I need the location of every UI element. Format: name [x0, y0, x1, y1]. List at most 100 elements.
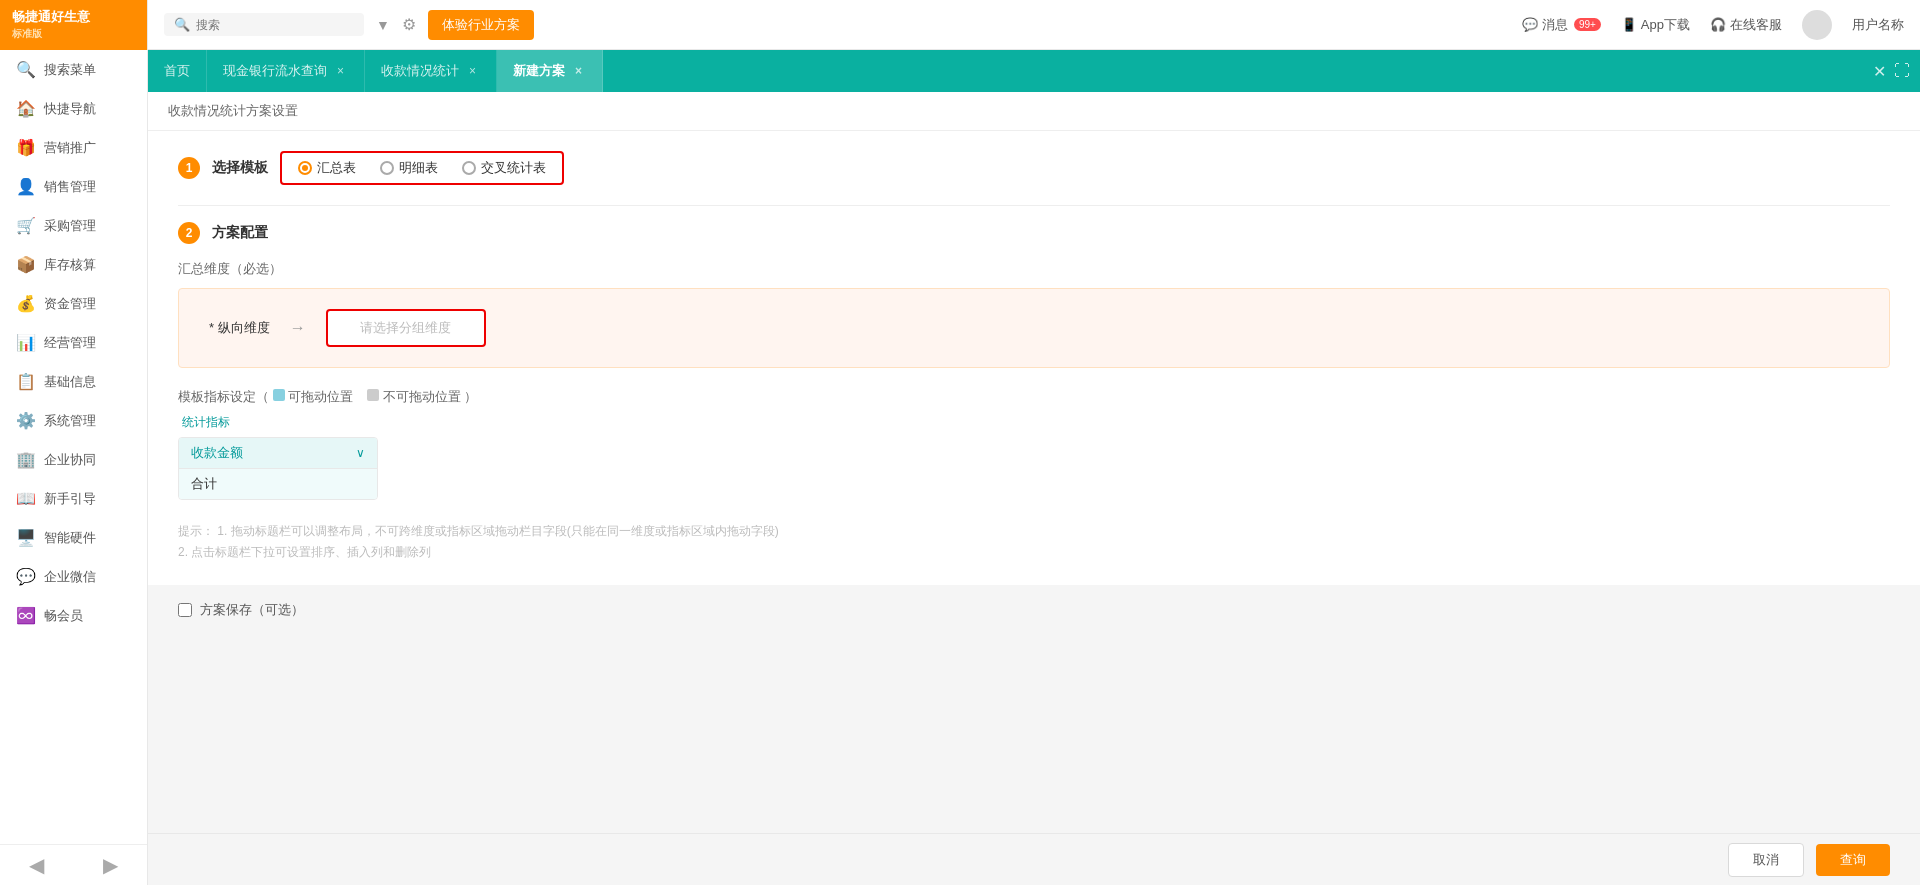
- metrics-header-row: 收款金额 ∨: [191, 444, 365, 462]
- tip-line2: 2. 点击标题栏下拉可设置排序、插入列和删除列: [178, 544, 1890, 561]
- username-label: 用户名称: [1852, 16, 1904, 34]
- sidebar-item-label: 营销推广: [44, 139, 96, 157]
- dimension-title-text: 汇总维度（必选）: [178, 261, 282, 276]
- sidebar-item-smart-hw[interactable]: 🖥️ 智能硬件: [0, 518, 147, 557]
- metrics-dropdown-icon[interactable]: ∨: [356, 446, 365, 460]
- sidebar-item-system[interactable]: ⚙️ 系统管理: [0, 401, 147, 440]
- smart-hw-icon: 🖥️: [16, 528, 36, 547]
- tab-new-plan[interactable]: 新建方案 ×: [497, 50, 603, 92]
- app-download-item[interactable]: 📱 App下载: [1621, 16, 1690, 34]
- sidebar-item-label: 企业协同: [44, 451, 96, 469]
- base-info-icon: 📋: [16, 372, 36, 391]
- step1-label: 选择模板: [212, 159, 268, 177]
- sidebar-collapse-icon[interactable]: ◀: [29, 853, 44, 877]
- metrics-title-start: 模板指标设定（: [178, 389, 269, 404]
- cancel-button[interactable]: 取消: [1728, 843, 1804, 877]
- online-support-item[interactable]: 🎧 在线客服: [1710, 16, 1782, 34]
- notification-item[interactable]: 💬 消息 99+: [1522, 16, 1601, 34]
- sidebar-item-operation[interactable]: 📊 经营管理: [0, 323, 147, 362]
- search-menu-icon: 🔍: [16, 60, 36, 79]
- search-input[interactable]: [196, 18, 336, 32]
- sidebar-logo: 畅捷通好生意 标准版: [0, 0, 147, 50]
- online-support-label: 在线客服: [1730, 16, 1782, 34]
- notification-badge: 99+: [1574, 18, 1601, 31]
- radio-detail[interactable]: 明细表: [380, 159, 438, 177]
- sidebar-item-enterprise-weixin[interactable]: 💬 企业微信: [0, 557, 147, 596]
- sidebar-item-marketing[interactable]: 🎁 营销推广: [0, 128, 147, 167]
- metrics-table: 收款金额 ∨ 合计: [178, 437, 378, 500]
- marketing-icon: 🎁: [16, 138, 36, 157]
- purchase-icon: 🛒: [16, 216, 36, 235]
- sidebar-item-quick-nav[interactable]: 🏠 快捷导航: [0, 89, 147, 128]
- sidebar-item-label: 智能硬件: [44, 529, 96, 547]
- radio-cross-label: 交叉统计表: [481, 159, 546, 177]
- sidebar-item-purchase[interactable]: 🛒 采购管理: [0, 206, 147, 245]
- topbar-gear-icon[interactable]: ⚙: [402, 15, 416, 34]
- radio-summary-label: 汇总表: [317, 159, 356, 177]
- sidebar-item-member[interactable]: ♾️ 畅会员: [0, 596, 147, 635]
- topbar: 🔍 ▼ ⚙ 体验行业方案 💬 消息 99+ 📱 App下载 🎧 在线客服 用户名…: [148, 0, 1920, 50]
- metrics-layout: 统计指标 收款金额 ∨ 合计: [178, 414, 1890, 503]
- topbar-dropdown-icon[interactable]: ▼: [376, 17, 390, 33]
- page-content: 收款情况统计方案设置 1 选择模板 汇总表 明细表: [148, 92, 1920, 885]
- query-button[interactable]: 查询: [1816, 844, 1890, 876]
- tabbar-actions: ✕ ⛶: [1863, 50, 1920, 92]
- step1-row: 1 选择模板 汇总表 明细表 交叉统计表: [178, 151, 1890, 185]
- sidebar-item-sales[interactable]: 👤 销售管理: [0, 167, 147, 206]
- footer-bar: 取消 查询: [148, 833, 1920, 885]
- form-section: 1 选择模板 汇总表 明细表 交叉统计表: [148, 131, 1920, 585]
- sidebar-item-label: 销售管理: [44, 178, 96, 196]
- dim-select-box[interactable]: 请选择分组维度: [326, 309, 486, 347]
- sidebar-item-base-info[interactable]: 📋 基础信息: [0, 362, 147, 401]
- tab-cashflow[interactable]: 现金银行流水查询 ×: [207, 50, 365, 92]
- sidebar-item-beginner[interactable]: 📖 新手引导: [0, 479, 147, 518]
- radio-summary-dot: [298, 161, 312, 175]
- tab-home[interactable]: 首页: [148, 50, 207, 92]
- radio-summary[interactable]: 汇总表: [298, 159, 356, 177]
- sidebar-item-search-menu[interactable]: 🔍 搜索菜单: [0, 50, 147, 89]
- save-checkbox[interactable]: [178, 603, 192, 617]
- hint-movable-text: 可拖动位置: [288, 389, 353, 404]
- vertical-dim-label: * 纵向维度: [209, 319, 270, 337]
- inventory-icon: 📦: [16, 255, 36, 274]
- step2-circle: 2: [178, 222, 200, 244]
- sidebar-item-label: 系统管理: [44, 412, 96, 430]
- tabbar-close-icon[interactable]: ✕: [1873, 62, 1886, 81]
- step2-label: 方案配置: [212, 224, 268, 242]
- user-avatar[interactable]: [1802, 10, 1832, 40]
- tab-new-plan-close[interactable]: ×: [571, 62, 586, 80]
- template-radio-group: 汇总表 明细表 交叉统计表: [280, 151, 564, 185]
- tabbar-expand-icon[interactable]: ⛶: [1894, 62, 1910, 80]
- breadcrumb-text: 收款情况统计方案设置: [168, 103, 298, 118]
- metrics-category-label: 统计指标: [178, 414, 378, 431]
- sidebar-item-label: 新手引导: [44, 490, 96, 508]
- sidebar-item-label: 畅会员: [44, 607, 83, 625]
- step1-circle: 1: [178, 157, 200, 179]
- operation-icon: 📊: [16, 333, 36, 352]
- sidebar-item-inventory[interactable]: 📦 库存核算: [0, 245, 147, 284]
- sidebar-item-label: 资金管理: [44, 295, 96, 313]
- sidebar-item-label: 搜索菜单: [44, 61, 96, 79]
- fixed-dot: [367, 389, 379, 401]
- tab-cashflow-close[interactable]: ×: [333, 62, 348, 80]
- logo-text: 畅捷通好生意: [12, 9, 90, 25]
- radio-cross[interactable]: 交叉统计表: [462, 159, 546, 177]
- sidebar-item-label: 基础信息: [44, 373, 96, 391]
- page-breadcrumb: 收款情况统计方案设置: [148, 92, 1920, 131]
- search-box[interactable]: 🔍: [164, 13, 364, 36]
- industry-btn[interactable]: 体验行业方案: [428, 10, 534, 40]
- sidebar-expand-icon[interactable]: ▶: [103, 853, 118, 877]
- step2-row: 2 方案配置: [178, 222, 1890, 244]
- sidebar-item-enterprise[interactable]: 🏢 企业协同: [0, 440, 147, 479]
- tab-collection-stats-close[interactable]: ×: [465, 62, 480, 80]
- metrics-header-text: 收款金额: [191, 444, 243, 462]
- edition-text: 标准版: [12, 27, 90, 41]
- save-label: 方案保存（可选）: [200, 601, 304, 619]
- enterprise-icon: 🏢: [16, 450, 36, 469]
- tabbar: 首页 现金银行流水查询 × 收款情况统计 × 新建方案 × ✕ ⛶: [148, 50, 1920, 92]
- dimension-section-title: 汇总维度（必选）: [178, 260, 1890, 278]
- tab-collection-stats[interactable]: 收款情况统计 ×: [365, 50, 497, 92]
- online-support-icon: 🎧: [1710, 17, 1726, 32]
- member-icon: ♾️: [16, 606, 36, 625]
- sidebar-item-finance[interactable]: 💰 资金管理: [0, 284, 147, 323]
